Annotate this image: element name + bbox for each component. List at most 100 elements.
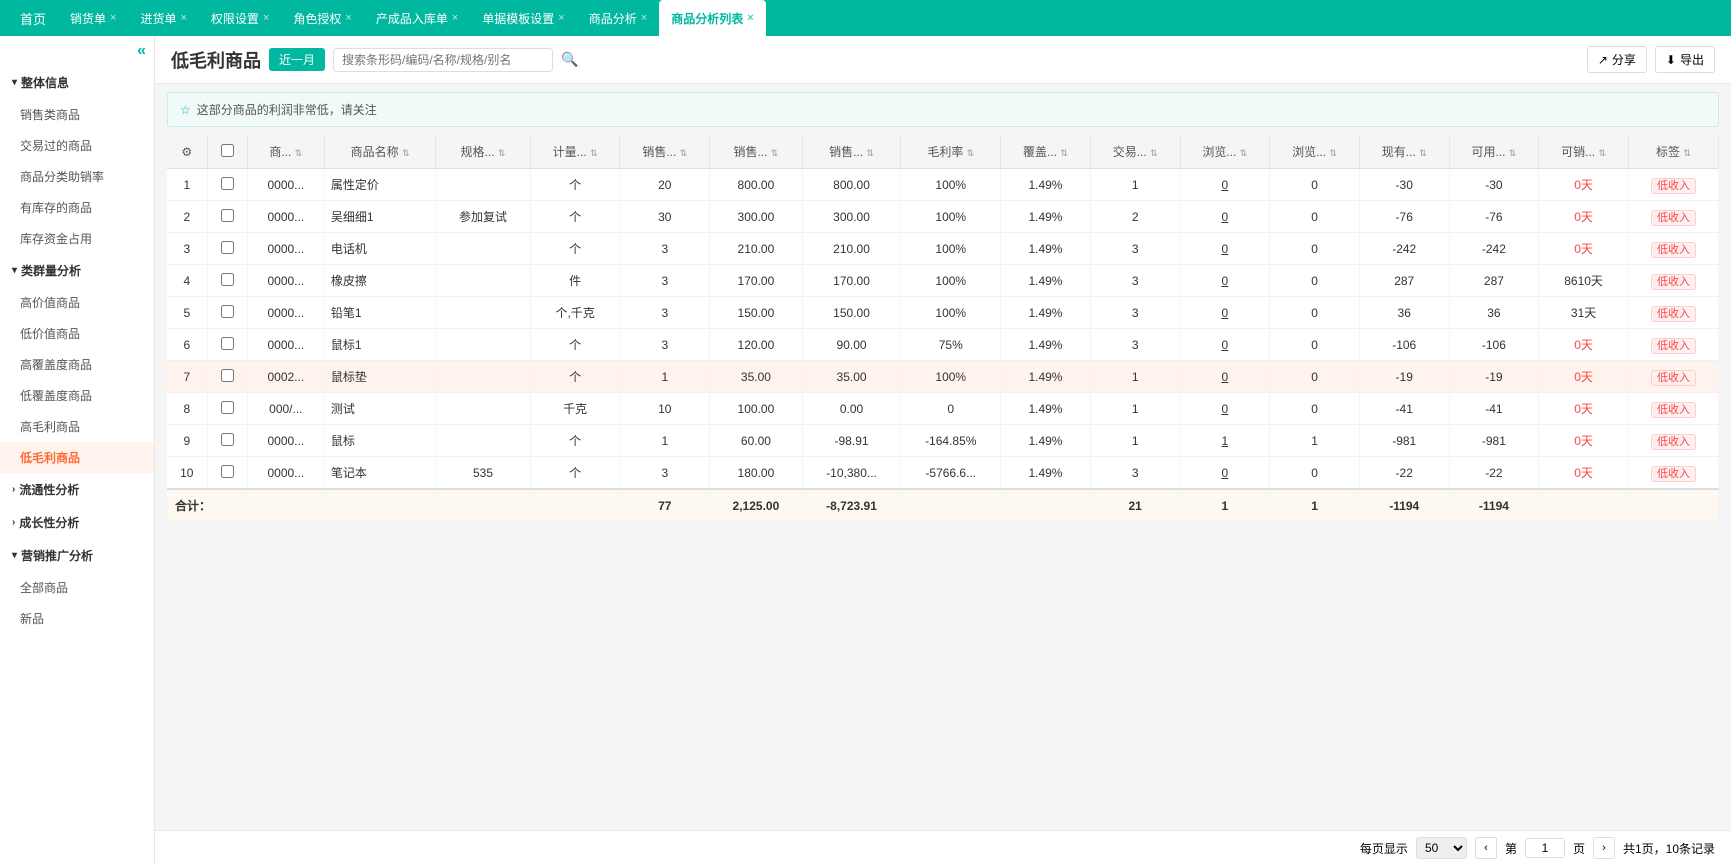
export-button[interactable]: ⬇ 导出 bbox=[1655, 46, 1715, 73]
col-settings[interactable]: ⚙ bbox=[167, 135, 207, 169]
col-sales-amount[interactable]: 销售... ⇅ bbox=[802, 135, 901, 169]
select-all-checkbox[interactable] bbox=[221, 144, 234, 157]
row-select-checkbox[interactable] bbox=[221, 433, 234, 446]
row-browse1[interactable]: 0 bbox=[1180, 265, 1270, 297]
sidebar-item-sales-goods[interactable]: 销售类商品 bbox=[0, 99, 154, 130]
row-select-checkbox[interactable] bbox=[221, 401, 234, 414]
nav-close-analysis[interactable]: × bbox=[641, 12, 647, 24]
sidebar-collapse-btn[interactable]: « bbox=[137, 42, 146, 60]
prev-page-btn[interactable]: ‹ bbox=[1475, 837, 1497, 859]
row-browse1[interactable]: 0 bbox=[1180, 329, 1270, 361]
col-tag[interactable]: 标签 ⇅ bbox=[1628, 135, 1718, 169]
sidebar-item-category-sales[interactable]: 商品分类助销率 bbox=[0, 161, 154, 192]
col-browse1[interactable]: 浏览... ⇅ bbox=[1180, 135, 1270, 169]
row-name[interactable]: 属性定价 bbox=[324, 169, 435, 201]
col-gross-margin[interactable]: 毛利率 ⇅ bbox=[901, 135, 1001, 169]
share-button[interactable]: ↗ 分享 bbox=[1587, 46, 1647, 73]
nav-sales-order[interactable]: 销货单 × bbox=[58, 0, 128, 36]
nav-close-role[interactable]: × bbox=[345, 12, 351, 24]
nav-role-auth[interactable]: 角色授权 × bbox=[281, 0, 363, 36]
col-unit[interactable]: 计量... ⇅ bbox=[530, 135, 620, 169]
sidebar-section-liquidity[interactable]: › 流通性分析 bbox=[0, 473, 154, 506]
row-checkbox[interactable] bbox=[207, 169, 247, 201]
sidebar-item-low-margin[interactable]: 低毛利商品 bbox=[0, 442, 154, 473]
sidebar-item-traded-goods[interactable]: 交易过的商品 bbox=[0, 130, 154, 161]
sidebar-item-low-value[interactable]: 低价值商品 bbox=[0, 318, 154, 349]
page-number-input[interactable] bbox=[1525, 838, 1565, 858]
nav-close-product[interactable]: × bbox=[452, 12, 458, 24]
row-checkbox[interactable] bbox=[207, 329, 247, 361]
row-name[interactable]: 鼠标1 bbox=[324, 329, 435, 361]
row-checkbox[interactable] bbox=[207, 361, 247, 393]
row-browse1[interactable]: 1 bbox=[1180, 425, 1270, 457]
row-browse1[interactable]: 0 bbox=[1180, 361, 1270, 393]
sidebar-item-stock-capital[interactable]: 库存资金占用 bbox=[0, 223, 154, 254]
nav-close-sales[interactable]: × bbox=[110, 12, 116, 24]
col-browse2[interactable]: 浏览... ⇅ bbox=[1270, 135, 1360, 169]
col-current-stock[interactable]: 现有... ⇅ bbox=[1359, 135, 1449, 169]
nav-close-purchase[interactable]: × bbox=[180, 12, 186, 24]
col-checkbox-all[interactable] bbox=[207, 135, 247, 169]
nav-purchase-order[interactable]: 进货单 × bbox=[128, 0, 198, 36]
row-select-checkbox[interactable] bbox=[221, 369, 234, 382]
sidebar-section-cluster[interactable]: ▾ 类群量分析 bbox=[0, 254, 154, 287]
row-browse1[interactable]: 0 bbox=[1180, 233, 1270, 265]
nav-close-analysis-list[interactable]: × bbox=[747, 12, 753, 24]
col-name[interactable]: 商品名称 ⇅ bbox=[324, 135, 435, 169]
sidebar-item-low-coverage[interactable]: 低覆盖度商品 bbox=[0, 380, 154, 411]
col-sellable[interactable]: 可销... ⇅ bbox=[1539, 135, 1629, 169]
row-checkbox[interactable] bbox=[207, 297, 247, 329]
row-browse1[interactable]: 0 bbox=[1180, 457, 1270, 490]
sidebar-section-growth[interactable]: › 成长性分析 bbox=[0, 506, 154, 539]
row-name[interactable]: 笔记本 bbox=[324, 457, 435, 490]
row-name[interactable]: 橡皮擦 bbox=[324, 265, 435, 297]
row-name[interactable]: 铅笔1 bbox=[324, 297, 435, 329]
col-available-stock[interactable]: 可用... ⇅ bbox=[1449, 135, 1539, 169]
nav-close-template[interactable]: × bbox=[558, 12, 564, 24]
nav-product-analysis[interactable]: 商品分析 × bbox=[577, 0, 659, 36]
nav-product-entry[interactable]: 产成品入库单 × bbox=[364, 0, 470, 36]
row-checkbox[interactable] bbox=[207, 425, 247, 457]
row-checkbox[interactable] bbox=[207, 265, 247, 297]
row-select-checkbox[interactable] bbox=[221, 337, 234, 350]
row-select-checkbox[interactable] bbox=[221, 305, 234, 318]
col-transaction[interactable]: 交易... ⇅ bbox=[1090, 135, 1180, 169]
sidebar-section-overall[interactable]: ▾ 整体信息 bbox=[0, 66, 154, 99]
row-checkbox[interactable] bbox=[207, 393, 247, 425]
row-name[interactable]: 电话机 bbox=[324, 233, 435, 265]
nav-product-analysis-list[interactable]: 商品分析列表 × bbox=[659, 0, 765, 36]
row-name[interactable]: 鼠标 bbox=[324, 425, 435, 457]
row-browse1[interactable]: 0 bbox=[1180, 169, 1270, 201]
nav-close-permission[interactable]: × bbox=[263, 12, 269, 24]
nav-template-settings[interactable]: 单据模板设置 × bbox=[470, 0, 576, 36]
row-name[interactable]: 鼠标垫 bbox=[324, 361, 435, 393]
nav-home[interactable]: 首页 bbox=[8, 0, 58, 36]
next-page-btn[interactable]: › bbox=[1593, 837, 1615, 859]
row-checkbox[interactable] bbox=[207, 201, 247, 233]
row-select-checkbox[interactable] bbox=[221, 209, 234, 222]
sidebar-item-high-margin[interactable]: 高毛利商品 bbox=[0, 411, 154, 442]
nav-permission-settings[interactable]: 权限设置 × bbox=[199, 0, 281, 36]
sidebar-item-new-goods[interactable]: 新品 bbox=[0, 603, 154, 634]
search-input[interactable] bbox=[333, 48, 553, 72]
row-browse1[interactable]: 0 bbox=[1180, 393, 1270, 425]
col-code[interactable]: 商... ⇅ bbox=[247, 135, 324, 169]
per-page-select[interactable]: 50 20 100 bbox=[1416, 837, 1467, 859]
sidebar-item-stock-goods[interactable]: 有库存的商品 bbox=[0, 192, 154, 223]
row-checkbox[interactable] bbox=[207, 233, 247, 265]
row-select-checkbox[interactable] bbox=[221, 241, 234, 254]
col-sales-qty[interactable]: 销售... ⇅ bbox=[620, 135, 710, 169]
sidebar-item-high-coverage[interactable]: 高覆盖度商品 bbox=[0, 349, 154, 380]
row-browse1[interactable]: 0 bbox=[1180, 297, 1270, 329]
row-select-checkbox[interactable] bbox=[221, 273, 234, 286]
filter-recent-month-btn[interactable]: 近一月 bbox=[269, 48, 325, 71]
row-browse1[interactable]: 0 bbox=[1180, 201, 1270, 233]
col-coverage[interactable]: 覆盖... ⇅ bbox=[1001, 135, 1091, 169]
row-select-checkbox[interactable] bbox=[221, 465, 234, 478]
row-name[interactable]: 吴细细1 bbox=[324, 201, 435, 233]
col-spec[interactable]: 规格... ⇅ bbox=[436, 135, 531, 169]
row-checkbox[interactable] bbox=[207, 457, 247, 490]
sidebar-section-marketing[interactable]: ▾ 营销推广分析 bbox=[0, 539, 154, 572]
row-select-checkbox[interactable] bbox=[221, 177, 234, 190]
sidebar-item-all-goods[interactable]: 全部商品 bbox=[0, 572, 154, 603]
